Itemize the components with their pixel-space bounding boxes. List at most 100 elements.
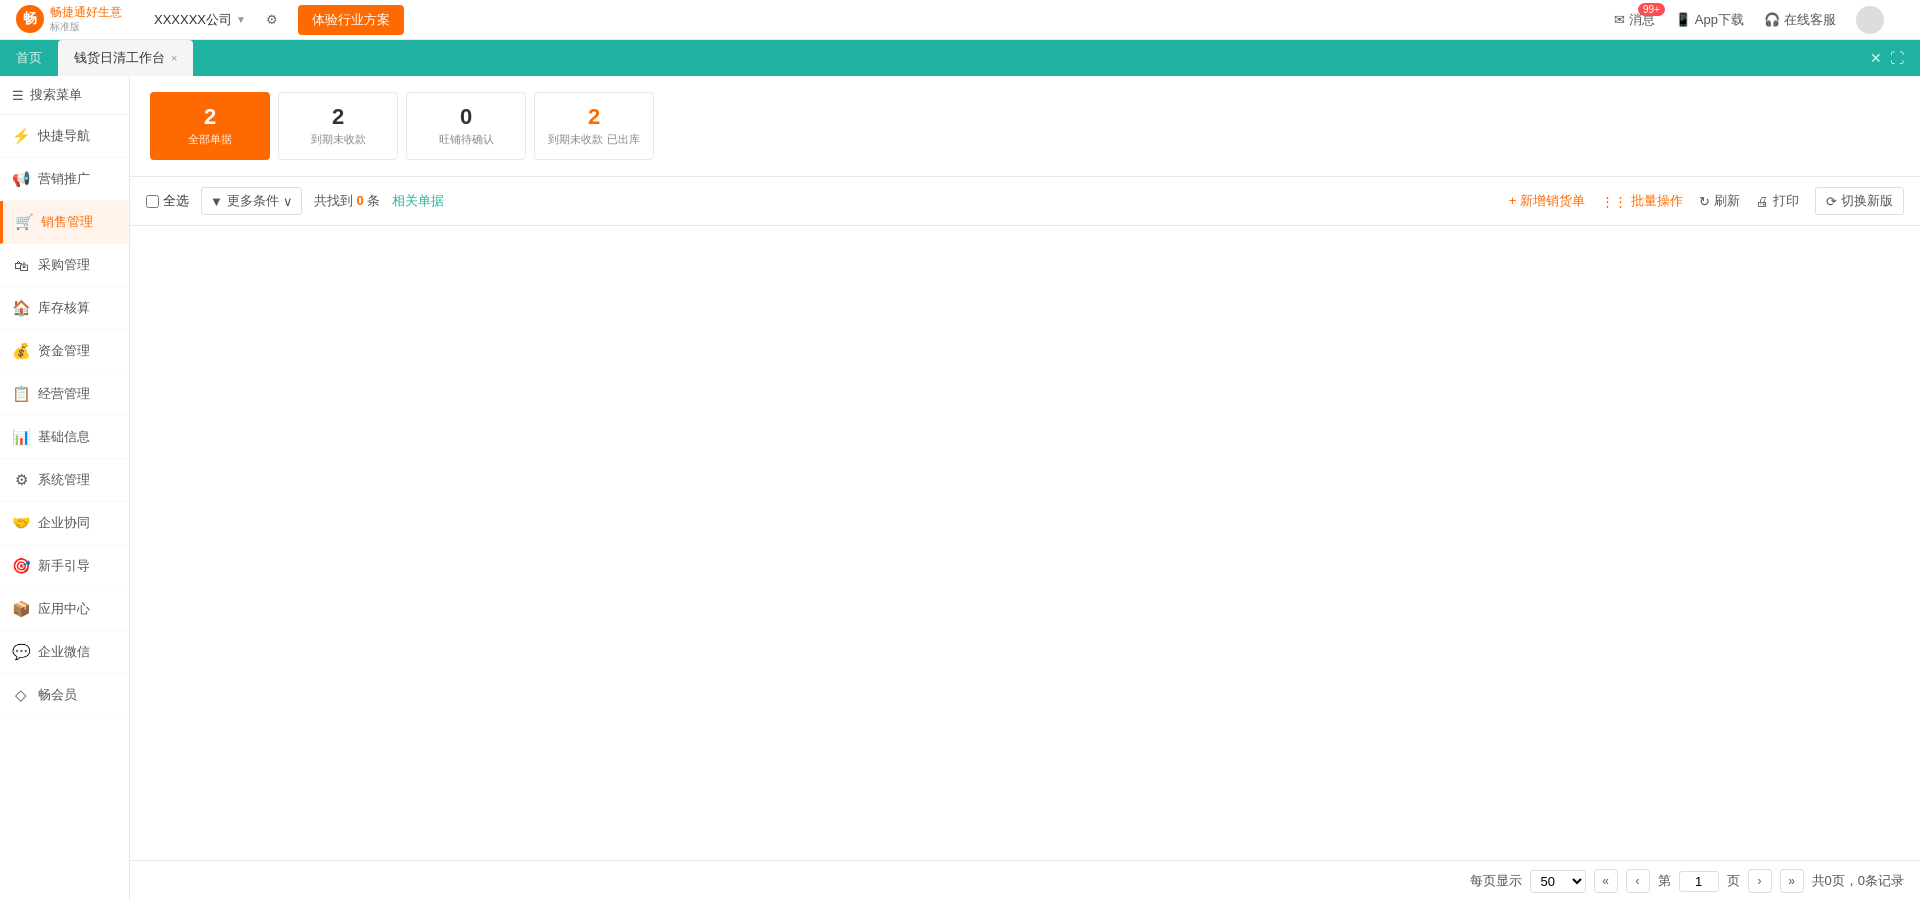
page-size-select[interactable]: 10 20 50 100 [1530,870,1586,893]
sidebar-item-purchase[interactable]: 🛍 采购管理 [0,244,129,287]
sidebar-item-inventory[interactable]: 🏠 库存核算 [0,287,129,330]
message-icon: ✉ [1614,12,1625,27]
main-layout: ☰ 搜索菜单 ⚡ 快捷导航 📢 营销推广 🛒 销售管理 🛍 采购管理 🏠 库存核… [0,76,1920,901]
switch-label: 切换新版 [1841,192,1893,210]
download-icon: 📱 [1675,12,1691,27]
switch-version-button[interactable]: ⟳ 切换新版 [1815,187,1904,215]
tab-workbench[interactable]: 钱货日清工作台 × [58,40,193,76]
card-overdue-out-label: 到期未收款 已出库 [548,132,639,147]
guide-icon: 🎯 [12,557,30,575]
sidebar-item-quick-nav[interactable]: ⚡ 快捷导航 [0,115,129,158]
purchase-icon: 🛍 [12,257,30,274]
card-all-label: 全部单据 [188,132,232,147]
sidebar-item-label: 快捷导航 [38,127,90,145]
refresh-button[interactable]: ↻ 刷新 [1699,192,1740,210]
sidebar-item-member[interactable]: ◇ 畅会员 [0,674,129,717]
online-service-button[interactable]: 🎧 在线客服 [1764,11,1836,29]
last-page-icon: » [1788,874,1795,888]
tab-close-window-icon[interactable]: ✕ [1870,50,1882,66]
online-service-label: 在线客服 [1784,11,1836,29]
select-all-input[interactable] [146,195,159,208]
sidebar-item-label: 采购管理 [38,256,90,274]
filter-button[interactable]: ▼ 更多条件 ∨ [201,187,302,215]
found-unit: 条 [367,193,380,208]
sidebar-item-wechat[interactable]: 💬 企业微信 [0,631,129,674]
top-header: 畅 畅捷通好生意 标准版 XXXXXX公司 ▼ ⚙ 体验行业方案 ✉ 消息 99… [0,0,1920,40]
system-icon: ⚙ [12,471,30,489]
user-avatar[interactable] [1856,6,1884,34]
toolbar: 全选 ▼ 更多条件 ∨ 共找到 0 条 相关单据 + 新增销货单 ⋮⋮ [130,177,1920,226]
sidebar-search[interactable]: ☰ 搜索菜单 [0,76,129,115]
sidebar-item-label: 销售管理 [41,213,93,231]
card-overdue-out[interactable]: 2 到期未收款 已出库 [534,92,654,160]
refresh-label: 刷新 [1714,192,1740,210]
logo-text: 畅捷通好生意 [50,5,122,19]
batch-label: 批量操作 [1631,192,1683,210]
sidebar-item-label: 系统管理 [38,471,90,489]
sidebar-item-finance[interactable]: 💰 资金管理 [0,330,129,373]
batch-icon: ⋮⋮ [1601,194,1627,209]
sidebar-item-label: 畅会员 [38,686,77,704]
select-all-checkbox[interactable]: 全选 [146,192,189,210]
logo-icon: 畅 [16,5,44,33]
related-link[interactable]: 相关单据 [392,192,444,210]
next-page-button[interactable]: › [1748,869,1772,893]
sidebar-item-label: 企业协同 [38,514,90,532]
add-sales-order-button[interactable]: + 新增销货单 [1509,192,1585,210]
sidebar-item-sales[interactable]: 🛒 销售管理 [0,201,129,244]
prev-page-button[interactable]: ‹ [1626,869,1650,893]
sidebar-item-operation[interactable]: 📋 经营管理 [0,373,129,416]
sidebar-item-label: 基础信息 [38,428,90,446]
found-prefix: 共找到 [314,193,353,208]
refresh-icon: ↻ [1699,194,1710,209]
chevron-down-icon: ▼ [236,14,246,25]
last-page-button[interactable]: » [1780,869,1804,893]
sidebar-item-basic-info[interactable]: 📊 基础信息 [0,416,129,459]
sidebar-item-guide[interactable]: 🎯 新手引导 [0,545,129,588]
company-selector[interactable]: XXXXXX公司 ▼ [154,11,246,29]
page-input[interactable] [1679,871,1719,892]
card-pending-label: 旺铺待确认 [439,132,494,147]
filter-chevron-icon: ∨ [283,194,293,209]
sidebar-item-system[interactable]: ⚙ 系统管理 [0,459,129,502]
finance-icon: 💰 [12,342,30,360]
sidebar-item-label: 营销推广 [38,170,90,188]
card-overdue[interactable]: 2 到期未收款 [278,92,398,160]
tab-expand-icon[interactable]: ⛶ [1890,50,1904,66]
card-all-number: 2 [204,106,216,128]
card-pending[interactable]: 0 旺铺待确认 [406,92,526,160]
quick-nav-icon: ⚡ [12,127,30,145]
card-overdue-out-number: 2 [588,106,600,128]
summary-cards: 2 全部单据 2 到期未收款 0 旺铺待确认 2 到期未收款 已出库 [130,76,1920,177]
gear-icon: ⚙ [266,12,278,27]
print-button[interactable]: 🖨 打印 [1756,192,1799,210]
first-page-icon: « [1602,874,1609,888]
settings-button[interactable]: ⚙ [258,6,286,34]
sidebar-item-label: 资金管理 [38,342,90,360]
card-overdue-label: 到期未收款 [311,132,366,147]
sidebar-search-label: 搜索菜单 [30,86,82,104]
sidebar: ☰ 搜索菜单 ⚡ 快捷导航 📢 营销推广 🛒 销售管理 🛍 采购管理 🏠 库存核… [0,76,130,901]
first-page-button[interactable]: « [1594,869,1618,893]
try-industry-button[interactable]: 体验行业方案 [298,5,404,35]
operation-icon: 📋 [12,385,30,403]
search-icon: ☰ [12,88,24,103]
select-all-label: 全选 [163,192,189,210]
cooperation-icon: 🤝 [12,514,30,532]
switch-icon: ⟳ [1826,194,1837,209]
tab-home[interactable]: 首页 [0,40,58,76]
sidebar-item-cooperation[interactable]: 🤝 企业协同 [0,502,129,545]
batch-operation-button[interactable]: ⋮⋮ 批量操作 [1601,192,1683,210]
print-icon: 🖨 [1756,194,1769,209]
message-button[interactable]: ✉ 消息 99+ [1614,11,1655,29]
inventory-icon: 🏠 [12,299,30,317]
sidebar-item-label: 库存核算 [38,299,90,317]
tab-close-icon[interactable]: × [171,52,177,64]
found-count: 0 [357,193,364,208]
print-label: 打印 [1773,192,1799,210]
sidebar-item-marketing[interactable]: 📢 营销推广 [0,158,129,201]
app-download-button[interactable]: 📱 App下载 [1675,11,1744,29]
member-icon: ◇ [12,686,30,704]
card-all[interactable]: 2 全部单据 [150,92,270,160]
sidebar-item-app-center[interactable]: 📦 应用中心 [0,588,129,631]
